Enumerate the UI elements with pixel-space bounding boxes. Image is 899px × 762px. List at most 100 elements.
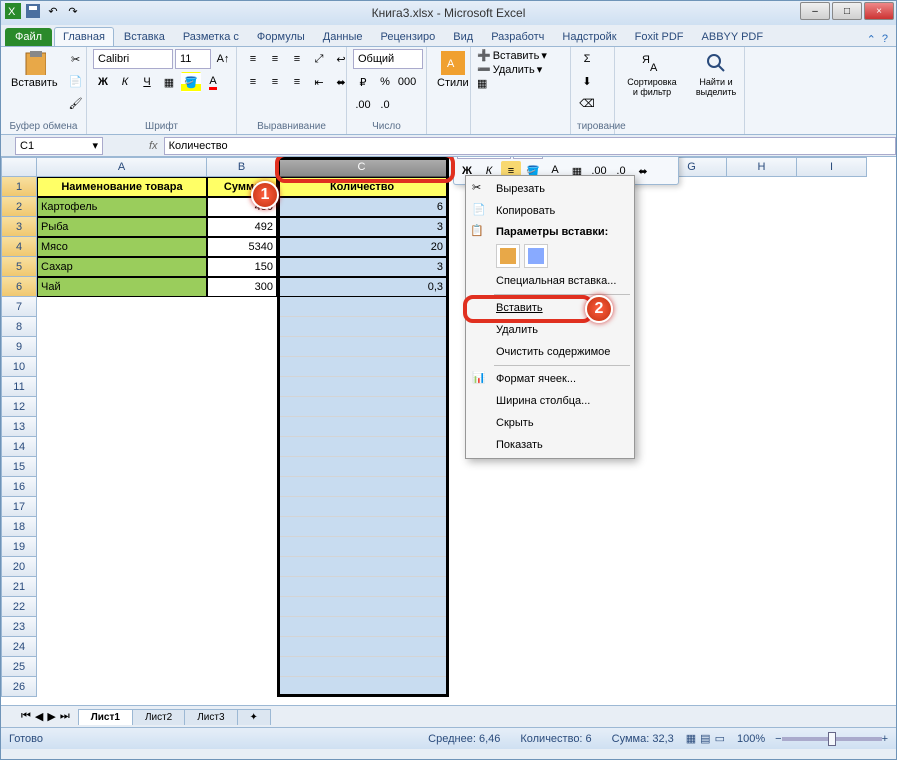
number-format-combo[interactable]: Общий <box>353 49 423 69</box>
cell-empty[interactable] <box>277 337 447 357</box>
row-header-15[interactable]: 15 <box>1 457 37 477</box>
cell-empty[interactable] <box>277 597 447 617</box>
row-header-13[interactable]: 13 <box>1 417 37 437</box>
undo-icon[interactable]: ↶ <box>45 3 61 19</box>
row-header-5[interactable]: 5 <box>1 257 37 277</box>
cell-empty[interactable] <box>277 617 447 637</box>
table-cell[interactable]: Чай <box>37 277 207 297</box>
copy-icon[interactable]: 📄 <box>66 71 86 91</box>
mt-painter-icon[interactable]: 🖌 <box>655 157 675 159</box>
format-cells-button[interactable]: ▦ <box>477 77 487 90</box>
row-header-18[interactable]: 18 <box>1 517 37 537</box>
cm-delete[interactable]: Удалить <box>468 319 632 341</box>
cm-hide[interactable]: Скрыть <box>468 412 632 434</box>
row-header-24[interactable]: 24 <box>1 637 37 657</box>
cell-empty[interactable] <box>277 397 447 417</box>
row-header-4[interactable]: 4 <box>1 237 37 257</box>
align-middle-icon[interactable]: ≡ <box>265 49 285 69</box>
italic-button[interactable]: К <box>115 72 135 92</box>
table-cell[interactable]: Мясо <box>37 237 207 257</box>
mt-percent-icon[interactable]: % <box>611 157 631 159</box>
fill-color-icon[interactable]: 🪣 <box>181 72 201 92</box>
cell-empty[interactable] <box>277 497 447 517</box>
row-header-2[interactable]: 2 <box>1 197 37 217</box>
cell-empty[interactable] <box>277 477 447 497</box>
view-pagebreak-icon[interactable]: ▭ <box>715 732 725 745</box>
cm-paste-special[interactable]: Специальная вставка... <box>468 270 632 292</box>
fx-icon[interactable]: fx <box>149 140 158 152</box>
clear-icon[interactable]: ⌫ <box>577 93 597 113</box>
row-header-20[interactable]: 20 <box>1 557 37 577</box>
row-header-16[interactable]: 16 <box>1 477 37 497</box>
paste-option-2[interactable] <box>524 244 548 268</box>
fill-icon[interactable]: ⬇ <box>577 71 597 91</box>
cm-format[interactable]: 📊Формат ячеек... <box>468 368 632 390</box>
sheet-tab-1[interactable]: Лист1 <box>78 709 133 725</box>
file-tab[interactable]: Файл <box>5 28 52 46</box>
row-header-19[interactable]: 19 <box>1 537 37 557</box>
help-icon[interactable]: ? <box>882 33 888 46</box>
new-sheet-button[interactable]: ✦ <box>237 709 271 725</box>
cell-empty[interactable] <box>277 657 447 677</box>
row-header-12[interactable]: 12 <box>1 397 37 417</box>
font-size-combo[interactable]: 11 <box>175 49 211 69</box>
row-header-3[interactable]: 3 <box>1 217 37 237</box>
bold-button[interactable]: Ж <box>93 72 113 92</box>
cell-empty[interactable] <box>277 577 447 597</box>
row-header-25[interactable]: 25 <box>1 657 37 677</box>
tab-nav-next[interactable]: ▶ <box>47 710 55 723</box>
row-header-10[interactable]: 10 <box>1 357 37 377</box>
mt-grow-icon[interactable]: A↑ <box>545 157 565 159</box>
cell-empty[interactable] <box>277 377 447 397</box>
row-header-7[interactable]: 7 <box>1 297 37 317</box>
delete-cells-button[interactable]: ➖Удалить▾ <box>477 63 542 76</box>
underline-button[interactable]: Ч <box>137 72 157 92</box>
minimize-button[interactable]: – <box>800 2 830 20</box>
row-header-23[interactable]: 23 <box>1 617 37 637</box>
align-center-icon[interactable]: ≡ <box>265 72 285 92</box>
autosum-icon[interactable]: Σ <box>577 49 597 69</box>
spreadsheet-grid[interactable]: ABCDEFGHI 123456789101112131415161718192… <box>1 157 896 705</box>
tab-review[interactable]: Рецензиро <box>373 28 444 46</box>
font-name-combo[interactable]: Calibri <box>93 49 173 69</box>
align-top-icon[interactable]: ≡ <box>243 49 263 69</box>
col-header-A[interactable]: A <box>37 157 207 177</box>
row-header-21[interactable]: 21 <box>1 577 37 597</box>
align-bottom-icon[interactable]: ≡ <box>287 49 307 69</box>
row-header-17[interactable]: 17 <box>1 497 37 517</box>
mt-shrink-icon[interactable]: A↓ <box>567 157 587 159</box>
name-box[interactable]: C1▾ <box>15 137 103 155</box>
view-normal-icon[interactable]: ▦ <box>686 732 696 745</box>
table-cell[interactable]: Сахар <box>37 257 207 277</box>
maximize-button[interactable]: □ <box>832 2 862 20</box>
cm-cut[interactable]: ✂Вырезать <box>468 178 632 200</box>
mt-currency-icon[interactable]: ₽ <box>589 157 609 159</box>
cm-show[interactable]: Показать <box>468 434 632 456</box>
cm-clear[interactable]: Очистить содержимое <box>468 341 632 363</box>
format-painter-icon[interactable]: 🖌 <box>66 93 86 113</box>
sort-filter-button[interactable]: ЯАСортировка и фильтр <box>621 49 683 99</box>
table-cell[interactable]: 300 <box>207 277 277 297</box>
cell-empty[interactable] <box>277 317 447 337</box>
table-cell[interactable]: 3 <box>277 257 447 277</box>
table-header-cell[interactable]: Количество <box>277 177 447 197</box>
orientation-icon[interactable]: ⤢ <box>309 49 329 69</box>
col-header-B[interactable]: B <box>207 157 277 177</box>
border-icon[interactable]: ▦ <box>159 72 179 92</box>
font-color-icon[interactable]: A <box>203 72 223 92</box>
row-header-22[interactable]: 22 <box>1 597 37 617</box>
tab-nav-last[interactable]: ⏭ <box>60 710 70 723</box>
styles-button[interactable]: AСтили <box>433 49 473 91</box>
tab-nav-prev[interactable]: ◀ <box>35 710 43 723</box>
cell-empty[interactable] <box>277 677 447 697</box>
sheet-tab-3[interactable]: Лист3 <box>184 709 237 725</box>
redo-icon[interactable]: ↷ <box>65 3 81 19</box>
mt-font-combo[interactable]: Calibri <box>457 157 511 159</box>
row-header-9[interactable]: 9 <box>1 337 37 357</box>
cell-empty[interactable] <box>277 557 447 577</box>
tab-foxit[interactable]: Foxit PDF <box>627 28 692 46</box>
cell-empty[interactable] <box>277 517 447 537</box>
grow-font-icon[interactable]: A↑ <box>213 49 233 69</box>
insert-cells-button[interactable]: ➕Вставить▾ <box>477 49 547 62</box>
table-header-cell[interactable]: Наименование товара <box>37 177 207 197</box>
